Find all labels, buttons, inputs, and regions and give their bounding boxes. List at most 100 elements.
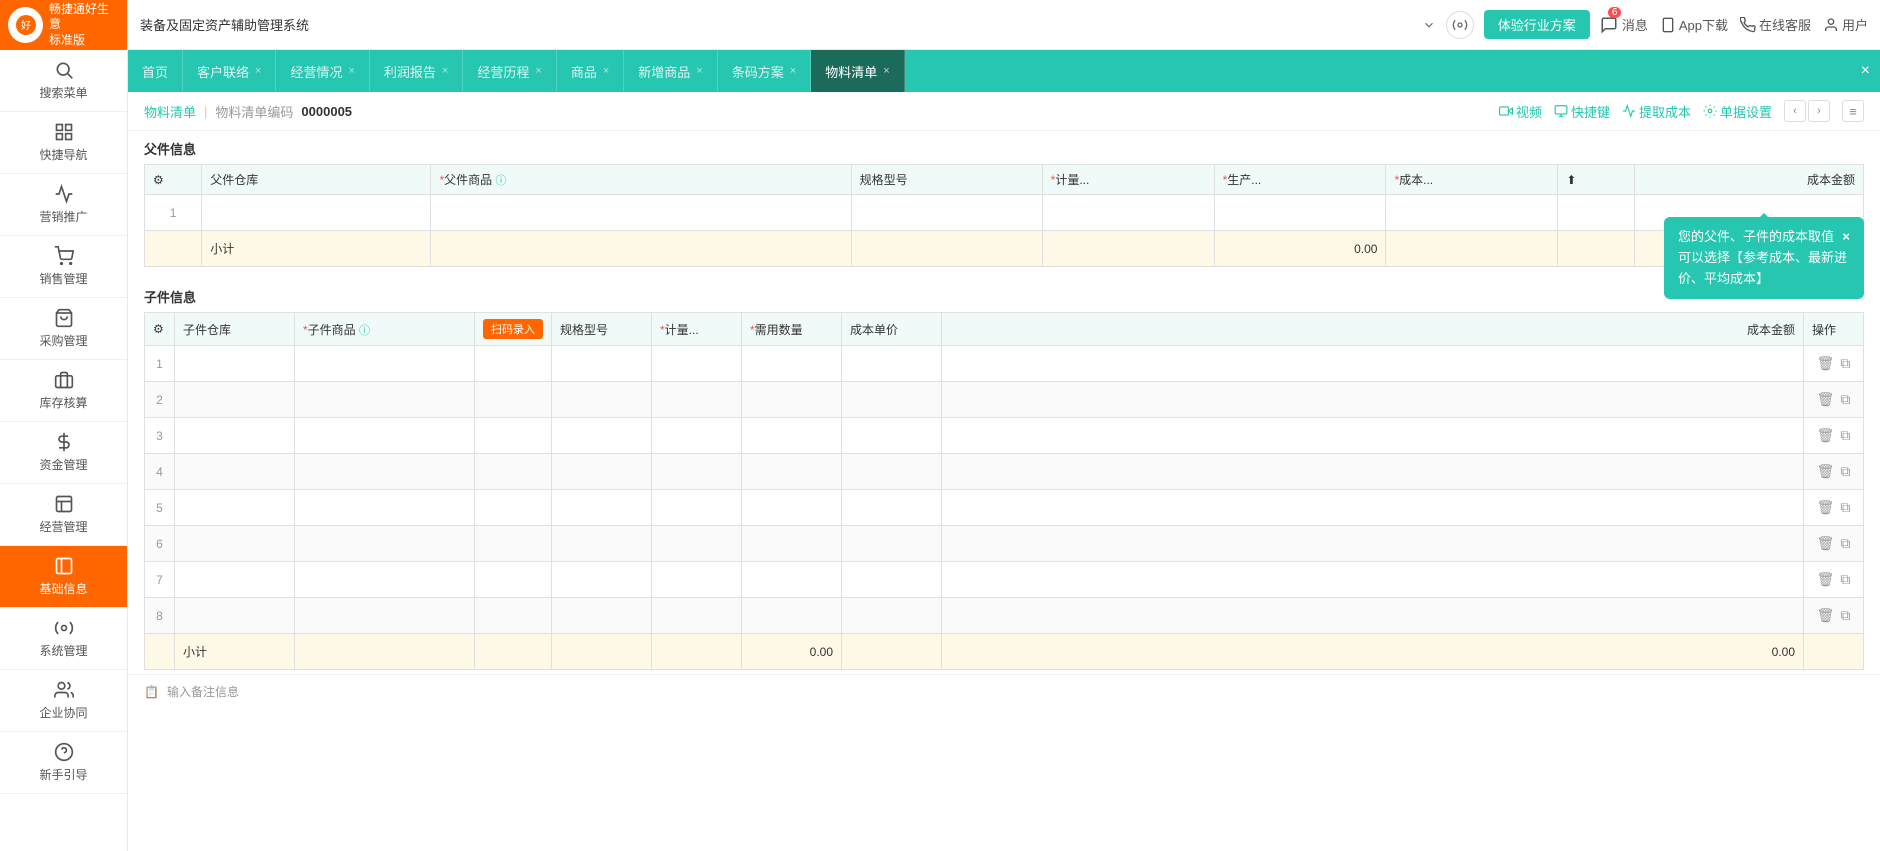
- child-warehouse-6[interactable]: [175, 526, 295, 562]
- child-unit-6[interactable]: [652, 526, 742, 562]
- child-product-8[interactable]: [295, 598, 475, 634]
- tab-bom[interactable]: 物料清单 ×: [811, 50, 904, 92]
- tab-barcode[interactable]: 条码方案 ×: [718, 50, 811, 92]
- tab-new-goods[interactable]: 新增商品 ×: [624, 50, 717, 92]
- child-unit-5[interactable]: [652, 490, 742, 526]
- view-video-button[interactable]: 视频: [1499, 102, 1542, 121]
- child-spec-3[interactable]: [552, 418, 652, 454]
- child-warehouse-8[interactable]: [175, 598, 295, 634]
- parent-col-settings[interactable]: ⚙: [145, 165, 202, 195]
- child-warehouse-5[interactable]: [175, 490, 295, 526]
- copy-icon-8[interactable]: ⧉: [1840, 607, 1850, 624]
- sidebar-item-purchase[interactable]: 采购管理: [0, 298, 127, 360]
- tab-close-profit[interactable]: ×: [442, 65, 448, 77]
- child-spec-1[interactable]: [552, 346, 652, 382]
- app-download-button[interactable]: App下载: [1660, 15, 1728, 34]
- child-unit-cost-3[interactable]: [842, 418, 942, 454]
- tab-close-customers[interactable]: ×: [255, 65, 261, 77]
- child-quantity-4[interactable]: [742, 454, 842, 490]
- child-cost-amount-5[interactable]: [942, 490, 1804, 526]
- child-unit-cost-8[interactable]: [842, 598, 942, 634]
- extract-cost-button[interactable]: 提取成本: [1622, 102, 1691, 121]
- copy-icon-7[interactable]: ⧉: [1840, 571, 1850, 588]
- parent-warehouse-1[interactable]: [202, 195, 431, 231]
- sidebar-item-enterprise[interactable]: 企业协同: [0, 670, 127, 732]
- tab-close-operations[interactable]: ×: [348, 65, 354, 77]
- message-button[interactable]: 6 消息: [1600, 15, 1648, 34]
- bottom-note-text[interactable]: 输入备注信息: [167, 683, 239, 700]
- child-col-settings[interactable]: ⚙: [145, 313, 175, 346]
- delete-icon-8[interactable]: 🗑: [1817, 607, 1835, 624]
- trial-button[interactable]: 体验行业方案: [1484, 10, 1590, 39]
- child-cost-amount-3[interactable]: [942, 418, 1804, 454]
- child-product-3[interactable]: [295, 418, 475, 454]
- child-spec-2[interactable]: [552, 382, 652, 418]
- scan-button[interactable]: 扫码录入: [483, 319, 543, 339]
- sidebar-item-search[interactable]: 搜索菜单: [0, 50, 127, 112]
- tab-goods[interactable]: 商品 ×: [557, 50, 624, 92]
- child-unit-3[interactable]: [652, 418, 742, 454]
- tab-history[interactable]: 经营历程 ×: [463, 50, 556, 92]
- tab-profit[interactable]: 利润报告 ×: [370, 50, 463, 92]
- sidebar-item-basic-info[interactable]: 基础信息: [0, 546, 127, 608]
- child-unit-cost-1[interactable]: [842, 346, 942, 382]
- child-cost-amount-4[interactable]: [942, 454, 1804, 490]
- tab-close-goods[interactable]: ×: [603, 65, 609, 77]
- tab-close-new-goods[interactable]: ×: [696, 65, 702, 77]
- sidebar-item-operations[interactable]: 经营管理: [0, 484, 127, 546]
- sidebar-item-finance[interactable]: 资金管理: [0, 422, 127, 484]
- sidebar-item-system[interactable]: 系统管理: [0, 608, 127, 670]
- tab-close-bom[interactable]: ×: [883, 65, 889, 77]
- tab-close-all[interactable]: ×: [1851, 50, 1880, 92]
- parent-product-1[interactable]: [431, 195, 851, 231]
- parent-spec-1[interactable]: [851, 195, 1042, 231]
- sidebar-item-marketing[interactable]: 营销推广: [0, 174, 127, 236]
- child-unit-cost-5[interactable]: [842, 490, 942, 526]
- parent-cost-1[interactable]: [1386, 195, 1558, 231]
- dropdown-icon[interactable]: [1422, 18, 1436, 32]
- child-unit-cost-6[interactable]: [842, 526, 942, 562]
- child-quantity-7[interactable]: [742, 562, 842, 598]
- tab-home[interactable]: 首页: [128, 50, 183, 92]
- child-quantity-2[interactable]: [742, 382, 842, 418]
- tab-close-history[interactable]: ×: [535, 65, 541, 77]
- delete-icon-3[interactable]: 🗑: [1817, 427, 1835, 444]
- delete-icon-4[interactable]: 🗑: [1817, 463, 1835, 480]
- next-button[interactable]: ›: [1808, 100, 1830, 122]
- delete-icon-5[interactable]: 🗑: [1817, 499, 1835, 516]
- child-warehouse-2[interactable]: [175, 382, 295, 418]
- child-cost-amount-8[interactable]: [942, 598, 1804, 634]
- child-unit-cost-7[interactable]: [842, 562, 942, 598]
- child-unit-cost-2[interactable]: [842, 382, 942, 418]
- child-warehouse-7[interactable]: [175, 562, 295, 598]
- child-quantity-6[interactable]: [742, 526, 842, 562]
- child-unit-cost-4[interactable]: [842, 454, 942, 490]
- user-button[interactable]: 用户: [1823, 15, 1868, 34]
- child-unit-2[interactable]: [652, 382, 742, 418]
- delete-icon-1[interactable]: 🗑: [1817, 355, 1835, 372]
- delete-icon-2[interactable]: 🗑: [1817, 391, 1835, 408]
- child-spec-4[interactable]: [552, 454, 652, 490]
- tooltip-close-button[interactable]: ×: [1842, 227, 1850, 248]
- child-warehouse-3[interactable]: [175, 418, 295, 454]
- sidebar-item-inventory[interactable]: 库存核算: [0, 360, 127, 422]
- parent-unit-1[interactable]: [1042, 195, 1214, 231]
- delete-icon-7[interactable]: 🗑: [1817, 571, 1835, 588]
- parent-production-1[interactable]: [1214, 195, 1386, 231]
- child-quantity-8[interactable]: [742, 598, 842, 634]
- copy-icon-4[interactable]: ⧉: [1840, 463, 1850, 480]
- delete-icon-6[interactable]: 🗑: [1817, 535, 1835, 552]
- sidebar-item-sales[interactable]: 销售管理: [0, 236, 127, 298]
- sidebar-item-quick-nav[interactable]: 快捷导航: [0, 112, 127, 174]
- child-quantity-1[interactable]: [742, 346, 842, 382]
- child-product-7[interactable]: [295, 562, 475, 598]
- sidebar-item-guide[interactable]: 新手引导: [0, 732, 127, 794]
- copy-icon-2[interactable]: ⧉: [1840, 391, 1850, 408]
- copy-icon-6[interactable]: ⧉: [1840, 535, 1850, 552]
- copy-icon-1[interactable]: ⧉: [1840, 355, 1850, 372]
- child-product-5[interactable]: [295, 490, 475, 526]
- child-product-6[interactable]: [295, 526, 475, 562]
- child-quantity-3[interactable]: [742, 418, 842, 454]
- child-spec-5[interactable]: [552, 490, 652, 526]
- child-product-1[interactable]: [295, 346, 475, 382]
